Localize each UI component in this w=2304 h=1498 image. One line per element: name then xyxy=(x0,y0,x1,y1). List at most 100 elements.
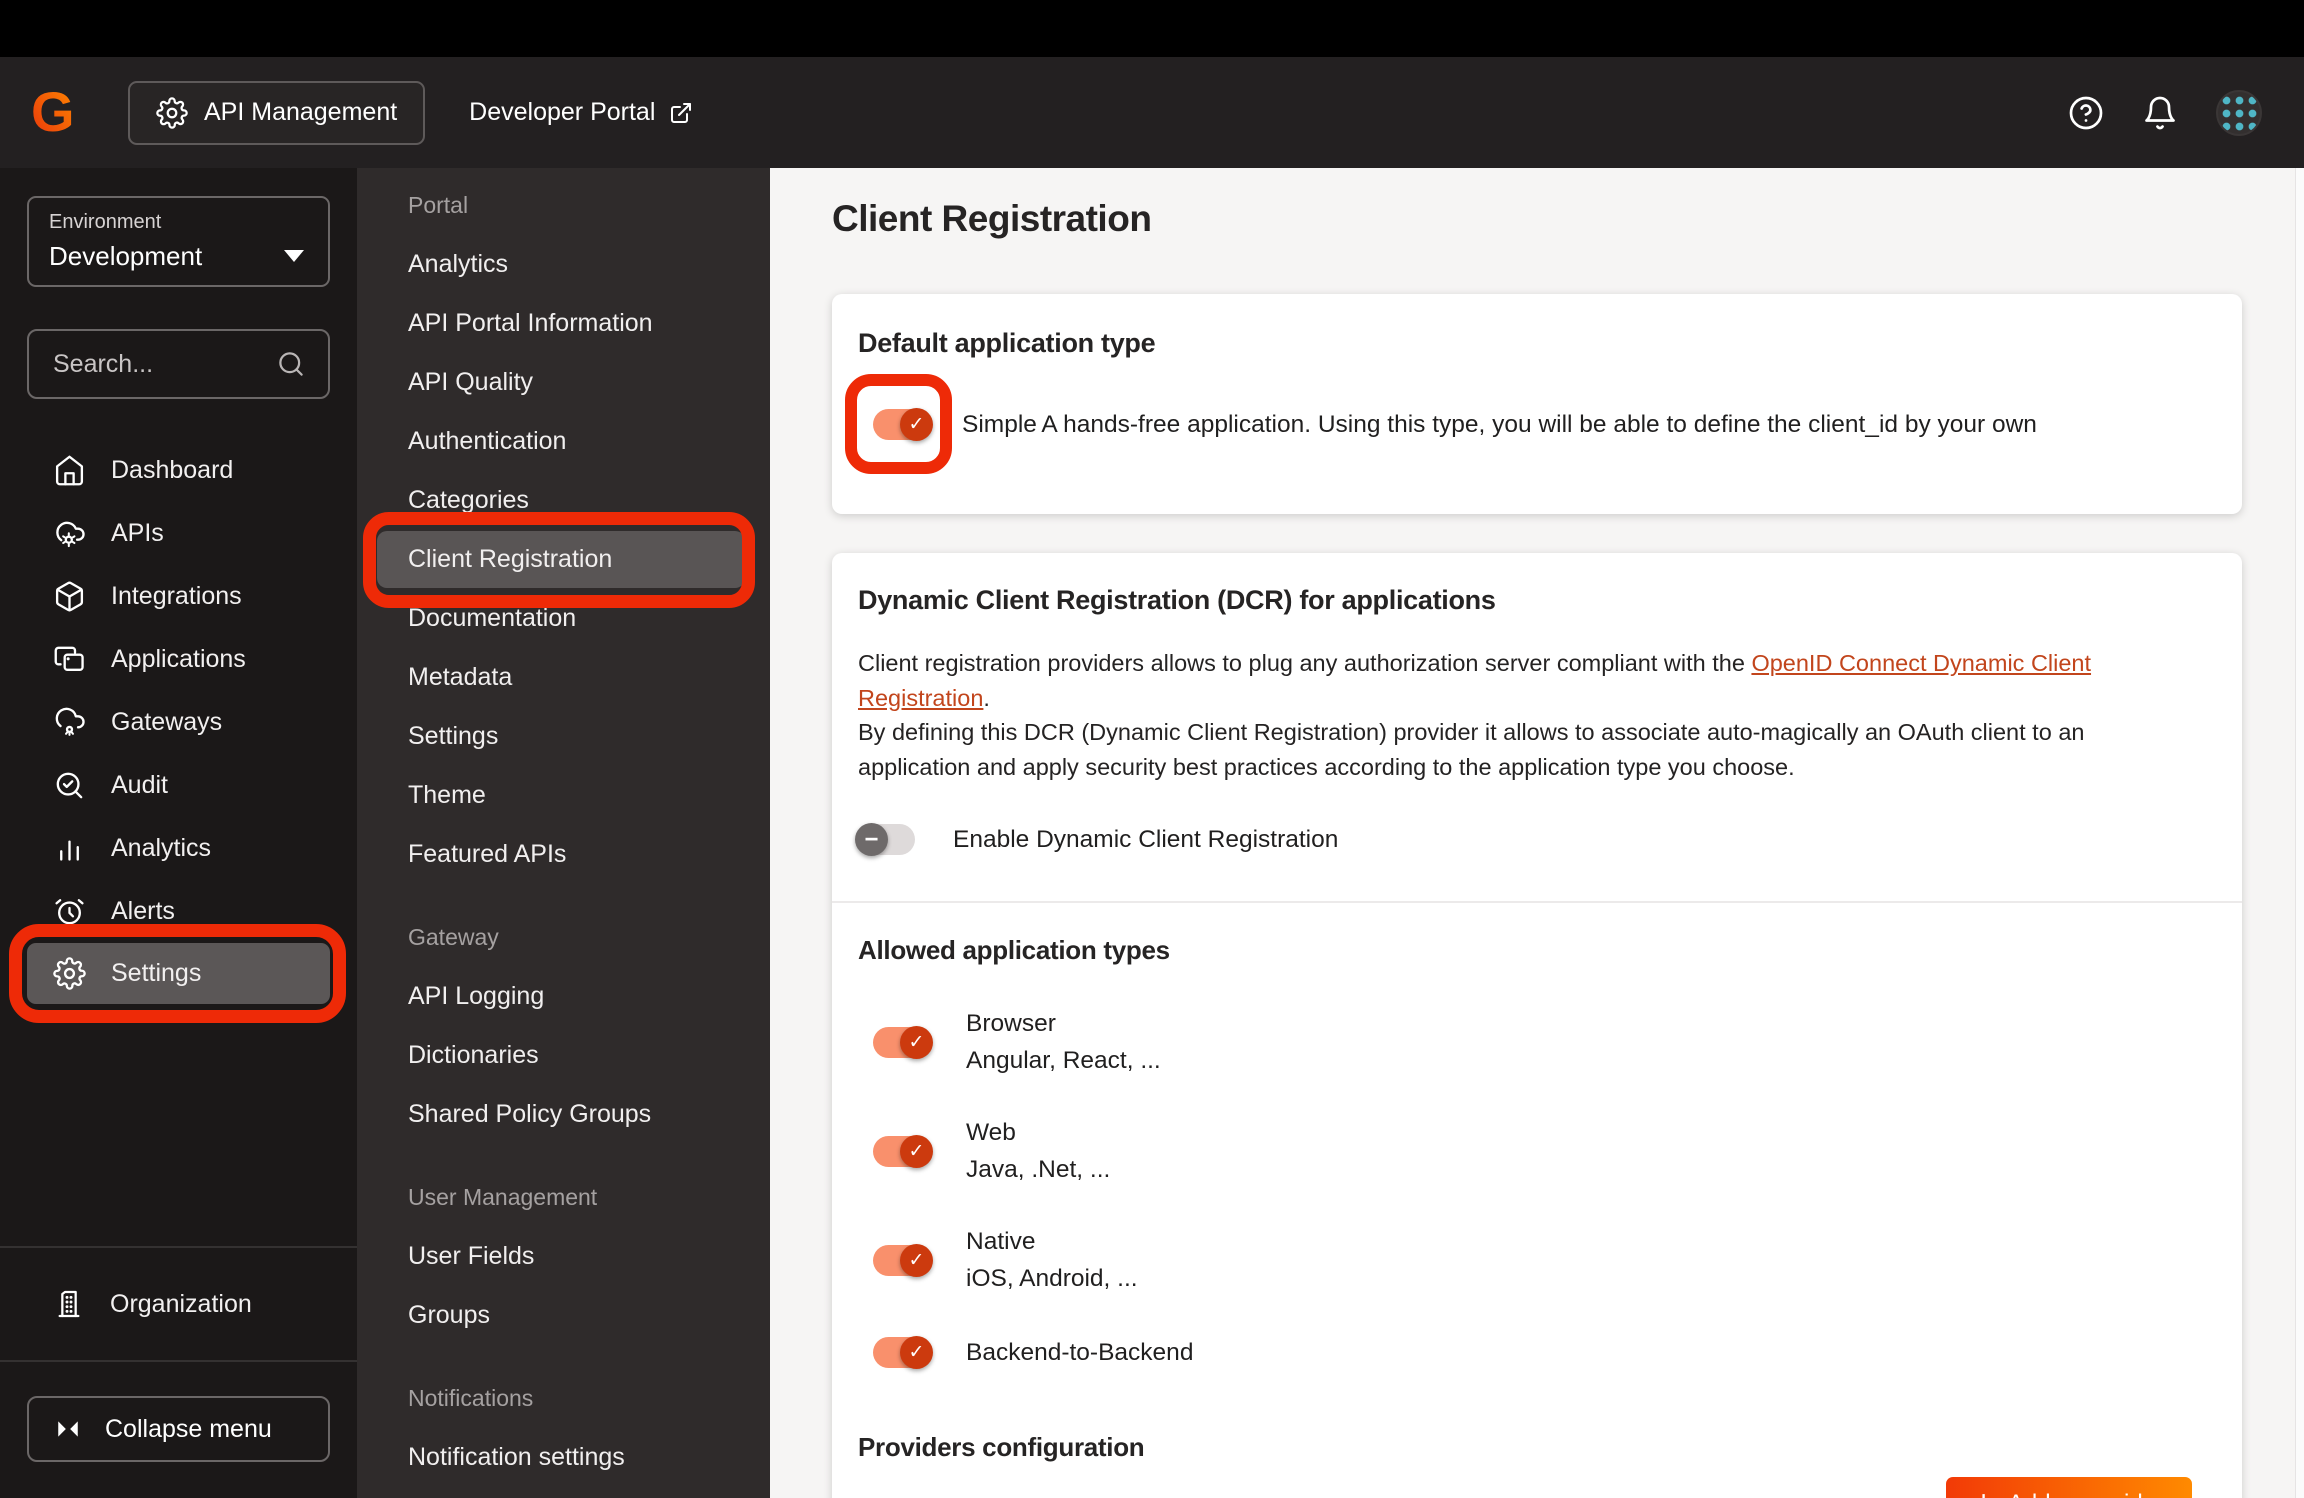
submenu-item-groups[interactable]: Groups xyxy=(357,1286,770,1345)
collapse-menu-button[interactable]: Collapse menu xyxy=(27,1396,330,1462)
submenu-item-api-portal-information[interactable]: API Portal Information xyxy=(357,294,770,353)
submenu-item-label: Client Registration xyxy=(408,545,612,574)
submenu-item-label: Analytics xyxy=(408,250,508,279)
submenu-item-metadata[interactable]: Metadata xyxy=(357,648,770,707)
submenu-section-notifications: Notifications xyxy=(357,1369,770,1428)
submenu-item-documentation[interactable]: Documentation xyxy=(357,589,770,648)
add-provider-label: Add a provider xyxy=(2008,1490,2164,1498)
submenu-section-gateway: Gateway xyxy=(357,908,770,967)
sidebar-item-dashboard[interactable]: Dashboard xyxy=(0,439,357,502)
sidebar-item-label: Dashboard xyxy=(111,456,233,485)
environment-select[interactable]: Environment Development xyxy=(27,196,330,287)
settings-submenu: Portal Analytics API Portal Information API… xyxy=(357,168,770,1498)
submenu-item-theme[interactable]: Theme xyxy=(357,766,770,825)
providers-title: Providers configuration xyxy=(858,1432,2202,1463)
toggle-description: A hands-free application. Using this typ… xyxy=(1041,411,2037,438)
sidebar-item-alerts[interactable]: Alerts xyxy=(0,880,357,943)
app-type-row-web: ✓WebJava, .Net, ... xyxy=(858,1119,2202,1184)
providers-actions: + Add a provider xyxy=(858,1477,2192,1498)
toggle-check-icon: ✓ xyxy=(900,1336,933,1369)
submenu-item-shared-policy-groups[interactable]: Shared Policy Groups xyxy=(357,1085,770,1144)
sidebar-item-label: Alerts xyxy=(111,897,175,926)
toggle-check-icon: ✓ xyxy=(900,1026,933,1059)
gear-badge-icon xyxy=(156,97,188,129)
cube-icon xyxy=(53,580,86,613)
submenu-item-api-logging[interactable]: API Logging xyxy=(357,967,770,1026)
search-icon xyxy=(276,349,306,379)
sidebar-item-label: Audit xyxy=(111,771,168,800)
chevron-down-icon xyxy=(284,250,304,262)
intro-text-end: . xyxy=(983,685,990,711)
web-toggle[interactable]: ✓ xyxy=(873,1136,930,1167)
submenu-item-analytics[interactable]: Analytics xyxy=(357,235,770,294)
card-title: Default application type xyxy=(858,328,2202,359)
sidebar-item-apis[interactable]: APIs xyxy=(0,502,357,565)
user-avatar[interactable] xyxy=(2216,90,2262,136)
sidebar-item-settings[interactable]: Settings xyxy=(27,943,330,1004)
enable-dcr-toggle[interactable]: − xyxy=(858,824,915,855)
allowed-types-list: ✓ Browser Angular, React, ... ✓WebJava, .Ne… xyxy=(858,1010,2202,1368)
top-black-band xyxy=(0,0,2304,57)
building-icon xyxy=(53,1288,85,1320)
submenu-item-featured-apis[interactable]: Featured APIs xyxy=(357,825,770,884)
simple-toggle[interactable]: ✓ xyxy=(873,409,930,440)
gravitee-logo-icon: G xyxy=(30,83,84,143)
developer-portal-label: Developer Portal xyxy=(469,98,655,127)
submenu-item-notification-settings[interactable]: Notification settings xyxy=(357,1428,770,1487)
scrollbar[interactable] xyxy=(2295,168,2304,1498)
notifications-bell-icon[interactable] xyxy=(2142,95,2178,131)
sidebar-item-integrations[interactable]: Integrations xyxy=(0,565,357,628)
sidebar-item-applications[interactable]: Applications xyxy=(0,628,357,691)
divider xyxy=(832,901,2242,903)
submenu-section-portal: Portal xyxy=(357,176,770,235)
submenu-item-label: Categories xyxy=(408,486,529,515)
app-type-description: Angular, React, ... xyxy=(966,1047,1161,1075)
primary-sidebar: Environment Development Dashboard APIs Int… xyxy=(0,168,357,1498)
sidebar-item-organization[interactable]: Organization xyxy=(0,1248,357,1360)
dcr-intro-text: Client registration providers allows to … xyxy=(858,646,2158,715)
allowed-types-title: Allowed application types xyxy=(858,935,2202,966)
search-check-icon xyxy=(53,769,86,802)
toggle-check-icon: ✓ xyxy=(900,1135,933,1168)
gear-icon xyxy=(53,957,86,990)
submenu-item-categories[interactable]: Categories xyxy=(357,471,770,530)
cloud-node-icon xyxy=(53,706,86,739)
app-type-label: Browser xyxy=(966,1010,1161,1038)
simple-toggle-labels: Simple A hands-free application. Using t… xyxy=(962,411,2037,439)
sidebar-item-analytics[interactable]: Analytics xyxy=(0,817,357,880)
submenu-item-label: API Portal Information xyxy=(408,309,653,338)
copy-icon xyxy=(53,643,86,676)
add-provider-button[interactable]: + Add a provider xyxy=(1946,1477,2192,1498)
sidebar-item-audit[interactable]: Audit xyxy=(0,754,357,817)
submenu-item-dictionaries[interactable]: Dictionaries xyxy=(357,1026,770,1085)
toggle-label: Simple xyxy=(962,411,1037,438)
developer-portal-link[interactable]: Developer Portal xyxy=(469,98,693,127)
native-toggle[interactable]: ✓ xyxy=(873,1245,930,1276)
submenu-item-api-quality[interactable]: API Quality xyxy=(357,353,770,412)
api-management-label: API Management xyxy=(204,98,397,127)
toggle-check-icon: ✓ xyxy=(900,1244,933,1277)
submenu-item-label: Shared Policy Groups xyxy=(408,1100,651,1129)
intro-text: Client registration providers allows to … xyxy=(858,650,1751,676)
submenu-item-label: Settings xyxy=(408,722,498,751)
sidebar-item-gateways[interactable]: Gateways xyxy=(0,691,357,754)
backend-to-backend-toggle[interactable]: ✓ xyxy=(873,1337,930,1368)
submenu-item-user-fields[interactable]: User Fields xyxy=(357,1227,770,1286)
plus-icon: + xyxy=(1974,1486,1993,1498)
environment-value: Development xyxy=(49,241,308,272)
external-link-icon xyxy=(669,101,693,125)
sidebar-item-label: Integrations xyxy=(111,582,242,611)
search-input[interactable] xyxy=(51,349,276,380)
submenu-section-user-management: User Management xyxy=(357,1168,770,1227)
submenu-item-client-registration[interactable]: Client Registration xyxy=(377,531,745,588)
bar-chart-icon xyxy=(53,832,86,865)
organization-label: Organization xyxy=(110,1290,252,1319)
api-management-button[interactable]: API Management xyxy=(128,81,425,145)
submenu-item-settings[interactable]: Settings xyxy=(357,707,770,766)
help-icon[interactable] xyxy=(2068,95,2104,131)
environment-label: Environment xyxy=(49,211,308,234)
sidebar-item-label: Settings xyxy=(111,959,201,988)
browser-toggle[interactable]: ✓ xyxy=(873,1027,930,1058)
submenu-item-authentication[interactable]: Authentication xyxy=(357,412,770,471)
sidebar-item-label: Applications xyxy=(111,645,246,674)
